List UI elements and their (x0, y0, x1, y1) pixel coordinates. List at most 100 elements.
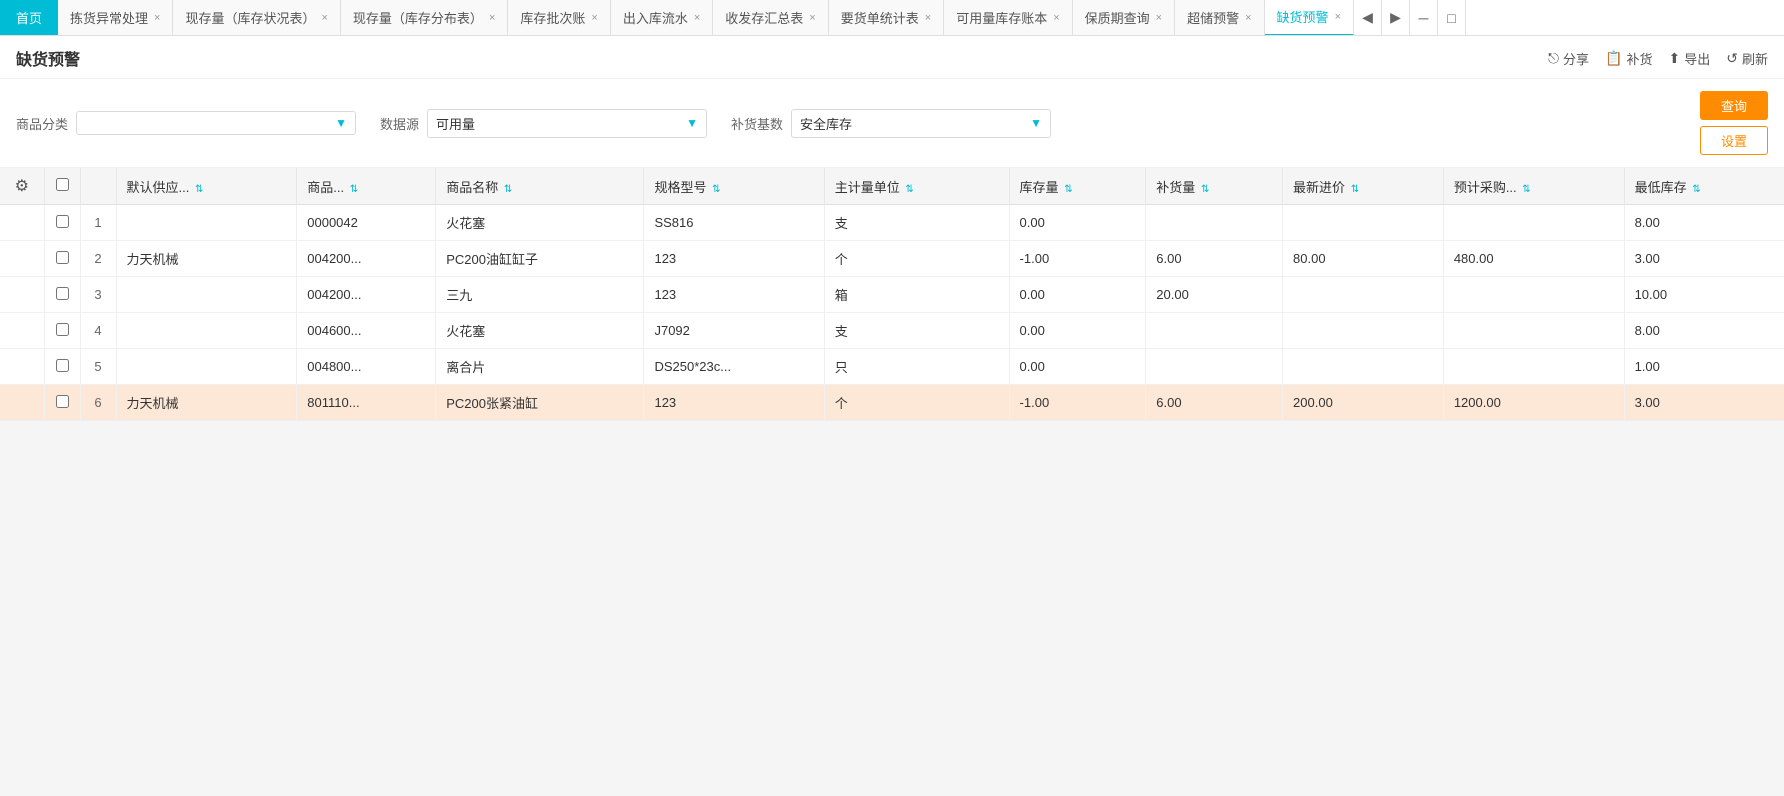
col-est-purchase-header[interactable]: 预计采购... ⇅ (1443, 168, 1624, 205)
row-latest-price-4 (1283, 349, 1444, 385)
col-latest-price-sort-icon: ⇅ (1351, 184, 1359, 195)
col-est-purchase-label: 预计采购... (1454, 180, 1517, 195)
gear-icon[interactable]: ⚙ (15, 178, 29, 195)
row-checkbox-1[interactable] (56, 251, 69, 264)
select-all-checkbox[interactable] (56, 178, 69, 191)
row-product-name-3: 火花塞 (436, 313, 644, 349)
data-source-select[interactable]: 可用量 ▼ (427, 109, 707, 138)
row-supplier-5: 力天机械 (116, 385, 297, 421)
row-est-purchase-5: 1200.00 (1443, 385, 1624, 421)
tab-collect-close[interactable]: × (809, 12, 815, 24)
tab-expiry-label: 保质期查询 (1085, 8, 1150, 27)
export-action[interactable]: ⬆ 导出 (1669, 49, 1711, 68)
row-replenish-qty-2: 20.00 (1146, 277, 1283, 313)
tab-shortage[interactable]: 缺货预警 × (1265, 0, 1354, 36)
tab-inventory-dist-label: 现存量（库存分布表） (353, 8, 483, 27)
col-default-supplier-header[interactable]: 默认供应... ⇅ (116, 168, 297, 205)
tab-expiry[interactable]: 保质期查询 × (1073, 0, 1175, 36)
row-est-purchase-2 (1443, 277, 1624, 313)
row-settings-0 (0, 205, 44, 241)
col-product-name-label: 商品名称 (446, 180, 498, 195)
col-unit-label: 主计量单位 (835, 180, 900, 195)
col-est-purchase-sort-icon: ⇅ (1522, 184, 1530, 195)
tab-flow[interactable]: 出入库流水 × (611, 0, 713, 36)
col-stock-sort-icon: ⇅ (1064, 184, 1072, 195)
refresh-label: 刷新 (1742, 49, 1768, 68)
maximize-btn[interactable]: □ (1438, 0, 1466, 36)
tab-available-ledger-close[interactable]: × (1053, 12, 1059, 24)
row-checkbox-3[interactable] (56, 323, 69, 336)
col-latest-price-header[interactable]: 最新进价 ⇅ (1283, 168, 1444, 205)
row-number-2: 3 (80, 277, 116, 313)
row-unit-3: 支 (824, 313, 1009, 349)
col-spec-label: 规格型号 (654, 180, 706, 195)
row-checkbox-4[interactable] (56, 359, 69, 372)
table-row: 4 004600... 火花塞 J7092 支 0.00 8.00 (0, 313, 1784, 349)
replenish-label: 补货 (1626, 49, 1652, 68)
row-product-code-1: 004200... (297, 241, 436, 277)
col-min-stock-sort-icon: ⇅ (1692, 184, 1700, 195)
tab-shortage-close[interactable]: × (1335, 11, 1341, 23)
query-button[interactable]: 查询 (1700, 91, 1768, 120)
col-min-stock-header[interactable]: 最低库存 ⇅ (1624, 168, 1784, 205)
category-filter-group: 商品分类 ▼ (16, 111, 356, 135)
row-product-name-5: PC200张紧油缸 (436, 385, 644, 421)
row-checkbox-2[interactable] (56, 287, 69, 300)
replenish-action[interactable]: 📋 补货 (1605, 49, 1652, 68)
col-row-num-header (80, 168, 116, 205)
row-min-stock-0: 8.00 (1624, 205, 1784, 241)
tab-prev-btn[interactable]: ◀ (1354, 0, 1382, 36)
col-stock-header[interactable]: 库存量 ⇅ (1009, 168, 1146, 205)
tab-inventory-dist[interactable]: 现存量（库存分布表） × (341, 0, 508, 36)
tab-exception[interactable]: 拣货异常处理 × (58, 0, 173, 36)
page-title: 缺货预警 (16, 46, 80, 70)
tab-flow-close[interactable]: × (694, 12, 700, 24)
col-spec-header[interactable]: 规格型号 ⇅ (644, 168, 824, 205)
tab-inventory-dist-close[interactable]: × (489, 12, 495, 24)
data-source-value: 可用量 (436, 114, 475, 133)
tab-inventory-status[interactable]: 现存量（库存状况表） × (173, 0, 340, 36)
tab-inventory-status-close[interactable]: × (321, 12, 327, 24)
row-replenish-qty-1: 6.00 (1146, 241, 1283, 277)
row-min-stock-4: 1.00 (1624, 349, 1784, 385)
tab-next-btn[interactable]: ▶ (1382, 0, 1410, 36)
col-settings[interactable]: ⚙ (0, 168, 44, 205)
category-label: 商品分类 (16, 114, 68, 133)
tab-overstock[interactable]: 超储预警 × (1175, 0, 1264, 36)
col-product-code-header[interactable]: 商品... ⇅ (297, 168, 436, 205)
row-number-4: 5 (80, 349, 116, 385)
tab-home[interactable]: 首页 (0, 0, 58, 36)
tab-collect[interactable]: 收发存汇总表 × (713, 0, 828, 36)
maximize-icon: □ (1447, 10, 1455, 26)
tab-demand-stat[interactable]: 要货单统计表 × (829, 0, 944, 36)
col-default-supplier-label: 默认供应... (127, 180, 190, 195)
tab-batch-account-close[interactable]: × (591, 12, 597, 24)
row-settings-1 (0, 241, 44, 277)
col-latest-price-label: 最新进价 (1293, 180, 1345, 195)
row-product-code-3: 004600... (297, 313, 436, 349)
refresh-action[interactable]: ↺ 刷新 (1726, 49, 1768, 68)
settings-button[interactable]: 设置 (1700, 126, 1768, 155)
col-unit-header[interactable]: 主计量单位 ⇅ (824, 168, 1009, 205)
row-product-name-4: 离合片 (436, 349, 644, 385)
row-supplier-4 (116, 349, 297, 385)
row-checkbox-0[interactable] (56, 215, 69, 228)
tab-demand-stat-close[interactable]: × (925, 12, 931, 24)
filter-bar: 商品分类 ▼ 数据源 可用量 ▼ 补货基数 安全库存 ▼ 查询 设置 (0, 79, 1784, 168)
table-row: 3 004200... 三九 123 箱 0.00 20.00 10.00 (0, 277, 1784, 313)
tab-overstock-close[interactable]: × (1245, 12, 1251, 24)
tab-available-ledger-label: 可用量库存账本 (956, 8, 1047, 27)
col-product-name-header[interactable]: 商品名称 ⇅ (436, 168, 644, 205)
share-action[interactable]: ⎋ 分享 (1548, 49, 1589, 68)
tab-available-ledger[interactable]: 可用量库存账本 × (944, 0, 1072, 36)
minimize-btn[interactable]: ─ (1410, 0, 1438, 36)
tab-exception-close[interactable]: × (154, 12, 160, 24)
table-row: 1 0000042 火花塞 SS816 支 0.00 8.00 (0, 205, 1784, 241)
tab-expiry-close[interactable]: × (1156, 12, 1162, 24)
replenish-base-select[interactable]: 安全库存 ▼ (791, 109, 1051, 138)
row-checkbox-5[interactable] (56, 395, 69, 408)
col-unit-sort-icon: ⇅ (905, 184, 913, 195)
category-select[interactable]: ▼ (76, 111, 356, 135)
tab-batch-account[interactable]: 库存批次账 × (508, 0, 610, 36)
col-replenish-qty-header[interactable]: 补货量 ⇅ (1146, 168, 1283, 205)
